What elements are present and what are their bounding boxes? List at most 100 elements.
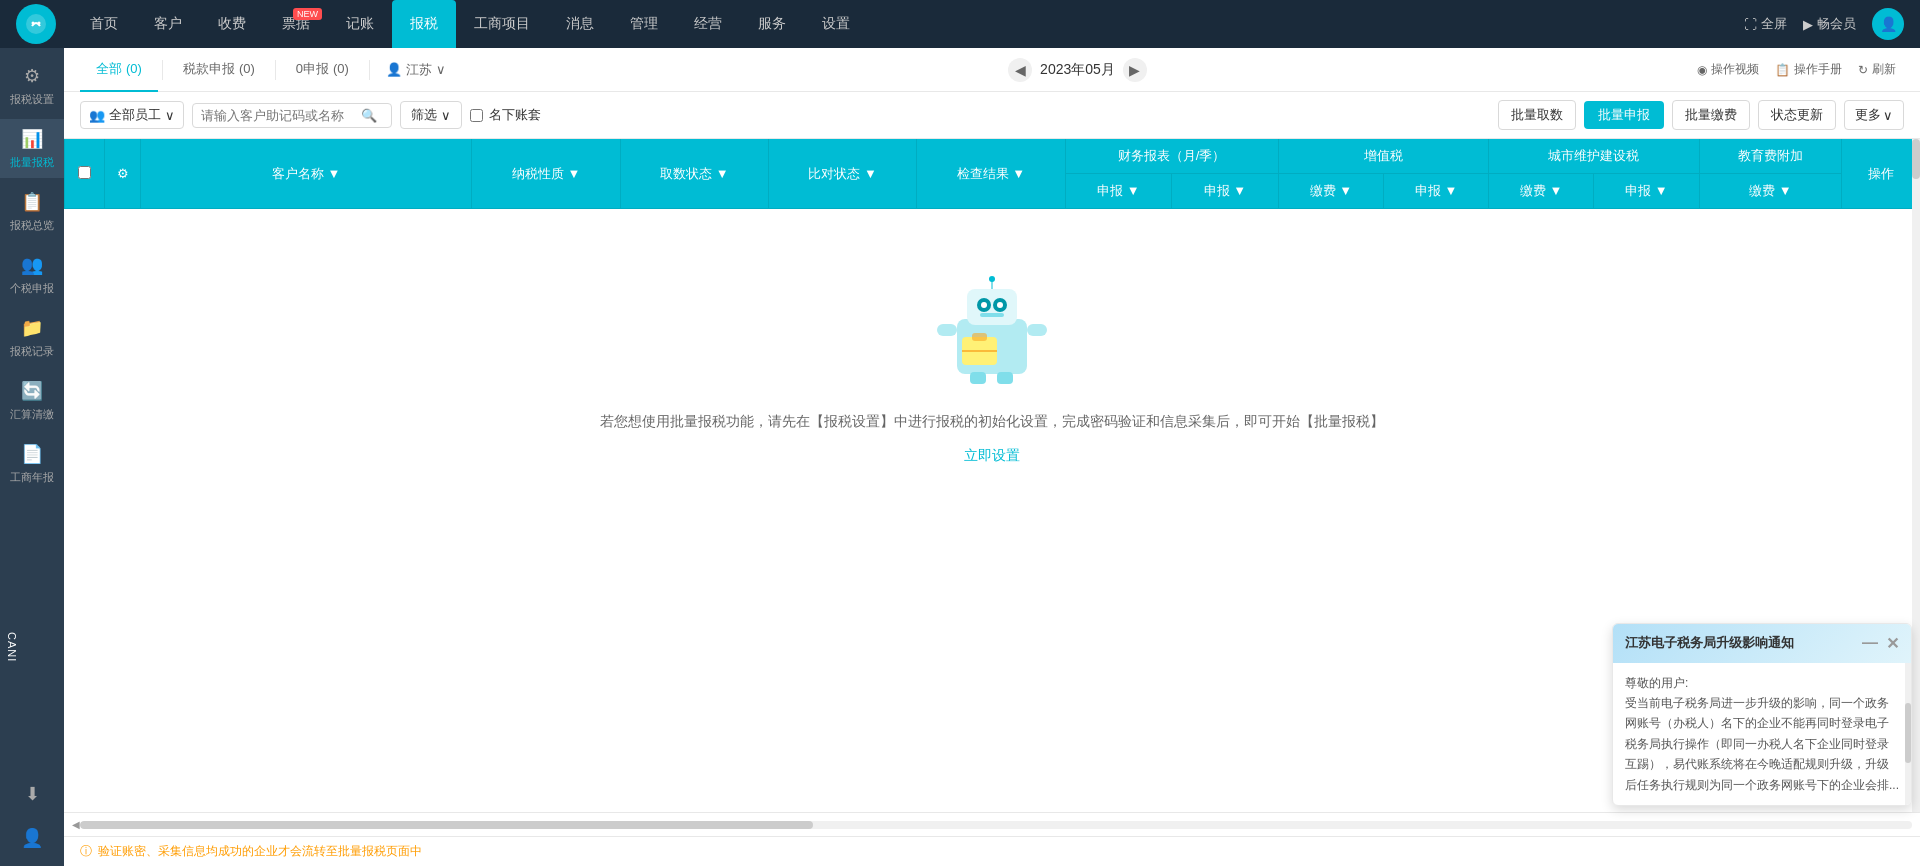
tax-records-icon: 📁 bbox=[20, 316, 44, 340]
emp-select-chevron: ∨ bbox=[165, 108, 175, 123]
svg-point-1 bbox=[32, 22, 35, 25]
sidebar-download[interactable]: ⬇ bbox=[0, 774, 64, 814]
filter-btn[interactable]: 筛选 ∨ bbox=[400, 101, 462, 129]
sidebar-item-tax-settings[interactable]: ⚙ 报税设置 bbox=[0, 56, 64, 115]
region-chevron-icon: ∨ bbox=[436, 62, 446, 77]
cani-badge: CANI bbox=[0, 628, 24, 666]
col-header-vat-pay: 缴费 ▼ bbox=[1278, 174, 1383, 209]
svg-point-7 bbox=[981, 302, 987, 308]
notification-minimize-btn[interactable]: — bbox=[1862, 634, 1878, 652]
h-scrollbar[interactable] bbox=[80, 821, 1912, 829]
tax-settings-icon: ⚙ bbox=[20, 64, 44, 88]
notification-header: 江苏电子税务局升级影响通知 — ✕ bbox=[1613, 624, 1911, 663]
notification-popup: 江苏电子税务局升级影响通知 — ✕ 尊敬的用户:受当前电子税务局进一步升级的影响… bbox=[1612, 623, 1912, 806]
toolbar: 👥 全部员工 ∨ 🔍 筛选 ∨ 名下账套 批量取数 批量申报 批量缴费 状态更新 bbox=[64, 92, 1920, 139]
more-btn[interactable]: 更多 ∨ bbox=[1844, 100, 1904, 130]
col-header-urban-tax: 城市维护建设税 bbox=[1489, 139, 1699, 174]
tab-all[interactable]: 全部 (0) bbox=[80, 48, 158, 92]
setup-link[interactable]: 立即设置 bbox=[964, 447, 1020, 465]
batch-fetch-btn[interactable]: 批量取数 bbox=[1498, 100, 1576, 130]
member-icon: ▶ bbox=[1803, 17, 1813, 32]
nav-manage[interactable]: 管理 bbox=[612, 0, 676, 48]
sidebar-bottom: ⬇ 👤 bbox=[0, 774, 64, 866]
nav-message[interactable]: 消息 bbox=[548, 0, 612, 48]
avatar[interactable]: 👤 bbox=[1872, 8, 1904, 40]
batch-tax-icon: 📊 bbox=[20, 127, 44, 151]
tab-divider-3 bbox=[369, 60, 370, 80]
col-header-vat: 增值税 bbox=[1278, 139, 1488, 174]
status-bar: ⓘ 验证账密、采集信息均成功的企业才会流转至批量报税页面中 bbox=[64, 836, 1920, 866]
nav-fee[interactable]: 收费 bbox=[200, 0, 264, 48]
svg-point-10 bbox=[989, 276, 995, 282]
col-header-urban-pay: 缴费 ▼ bbox=[1489, 174, 1594, 209]
col-header-check-result: 检查结果 ▼ bbox=[917, 139, 1065, 209]
notification-close-btn[interactable]: ✕ bbox=[1886, 634, 1899, 653]
v-scrollbar[interactable] bbox=[1912, 139, 1920, 812]
search-input[interactable] bbox=[201, 108, 361, 123]
checkbox-row: 名下账套 bbox=[470, 106, 541, 124]
notification-text: 尊敬的用户:受当前电子税务局进一步升级的影响，同一个政务网账号（办税人）名下的企… bbox=[1625, 676, 1899, 792]
sidebar-item-reconcile[interactable]: 🔄 汇算清缴 bbox=[0, 371, 64, 430]
notification-scrollbar[interactable] bbox=[1905, 663, 1911, 805]
notification-title: 江苏电子税务局升级影响通知 bbox=[1625, 634, 1794, 652]
operation-manual-btn[interactable]: 📋 操作手册 bbox=[1775, 61, 1842, 78]
operation-video-btn[interactable]: ◉ 操作视频 bbox=[1697, 61, 1759, 78]
col-header-edu-pay: 缴费 ▼ bbox=[1699, 174, 1842, 209]
col-header-edu-declare: 申报 ▼ bbox=[1594, 174, 1699, 209]
member-btn[interactable]: ▶ 畅会员 bbox=[1803, 15, 1856, 33]
select-all-checkbox[interactable] bbox=[78, 166, 91, 179]
scroll-left-btn[interactable]: ◀ bbox=[72, 821, 80, 829]
user-icon: 👤 bbox=[20, 826, 44, 850]
nav-service[interactable]: 服务 bbox=[740, 0, 804, 48]
tab-zero-declare[interactable]: 0申报 (0) bbox=[280, 48, 365, 92]
date-next-btn[interactable]: ▶ bbox=[1123, 58, 1147, 82]
col-header-vat-declare: 申报 ▼ bbox=[1172, 174, 1279, 209]
refresh-btn[interactable]: ↻ 刷新 bbox=[1858, 61, 1896, 78]
nav-operation[interactable]: 经营 bbox=[676, 0, 740, 48]
logo[interactable] bbox=[16, 4, 56, 44]
robot-illustration bbox=[932, 269, 1052, 389]
nav-tax[interactable]: 报税 bbox=[392, 0, 456, 48]
sidebar-item-tax-overview[interactable]: 📋 报税总览 bbox=[0, 182, 64, 241]
svg-rect-15 bbox=[972, 333, 987, 341]
emp-select-icon: 👥 bbox=[89, 108, 105, 123]
sub-account-checkbox[interactable] bbox=[470, 109, 483, 122]
nav-settings[interactable]: 设置 bbox=[804, 0, 868, 48]
tab-right-actions: ◉ 操作视频 📋 操作手册 ↻ 刷新 bbox=[1697, 61, 1904, 78]
date-prev-btn[interactable]: ◀ bbox=[1008, 58, 1032, 82]
batch-declare-btn[interactable]: 批量申报 bbox=[1584, 101, 1664, 129]
search-icon[interactable]: 🔍 bbox=[361, 108, 377, 123]
fullscreen-icon: ⛶ bbox=[1744, 17, 1757, 32]
video-icon: ◉ bbox=[1697, 63, 1707, 77]
nav-invoice[interactable]: 票据 NEW bbox=[264, 0, 328, 48]
filter-chevron-icon: ∨ bbox=[441, 108, 451, 123]
svg-rect-17 bbox=[970, 372, 986, 384]
tab-tax-declare[interactable]: 税款申报 (0) bbox=[167, 48, 271, 92]
nav-accounting[interactable]: 记账 bbox=[328, 0, 392, 48]
sidebar-item-personal-tax[interactable]: 👥 个税申报 bbox=[0, 245, 64, 304]
nav-business[interactable]: 工商项目 bbox=[456, 0, 548, 48]
notification-body: 尊敬的用户:受当前电子税务局进一步升级的影响，同一个政务网账号（办税人）名下的企… bbox=[1613, 663, 1911, 805]
nav-customer[interactable]: 客户 bbox=[136, 0, 200, 48]
col-header-gear: ⚙ bbox=[105, 139, 141, 209]
svg-rect-18 bbox=[997, 372, 1013, 384]
sidebar-item-tax-records[interactable]: 📁 报税记录 bbox=[0, 308, 64, 367]
top-navigation: 首页 客户 收费 票据 NEW 记账 报税 工商项目 消息 管理 经营 服务 设… bbox=[0, 0, 1920, 48]
empty-state: 若您想使用批量报税功能，请先在【报税设置】中进行报税的初始化设置，完成密码验证和… bbox=[64, 209, 1920, 525]
sidebar-item-annual-report[interactable]: 📄 工商年报 bbox=[0, 434, 64, 493]
svg-rect-13 bbox=[1027, 324, 1047, 336]
col-header-financial-declare: 申报 ▼ bbox=[1065, 174, 1172, 209]
region-selector[interactable]: 👤 江苏 ∨ bbox=[374, 61, 458, 79]
status-icon: ⓘ bbox=[80, 843, 92, 860]
employee-select[interactable]: 👥 全部员工 ∨ bbox=[80, 101, 184, 129]
batch-pay-btn[interactable]: 批量缴费 bbox=[1672, 100, 1750, 130]
sidebar-user[interactable]: 👤 bbox=[0, 818, 64, 858]
svg-rect-12 bbox=[937, 324, 957, 336]
status-update-btn[interactable]: 状态更新 bbox=[1758, 100, 1836, 130]
v-scrollbar-thumb bbox=[1912, 139, 1920, 179]
col-header-compare-status: 比对状态 ▼ bbox=[769, 139, 917, 209]
fullscreen-btn[interactable]: ⛶ 全屏 bbox=[1744, 15, 1787, 33]
sidebar-item-batch-tax[interactable]: 📊 批量报税 bbox=[0, 119, 64, 178]
nav-home[interactable]: 首页 bbox=[72, 0, 136, 48]
col-header-checkbox bbox=[65, 139, 105, 209]
